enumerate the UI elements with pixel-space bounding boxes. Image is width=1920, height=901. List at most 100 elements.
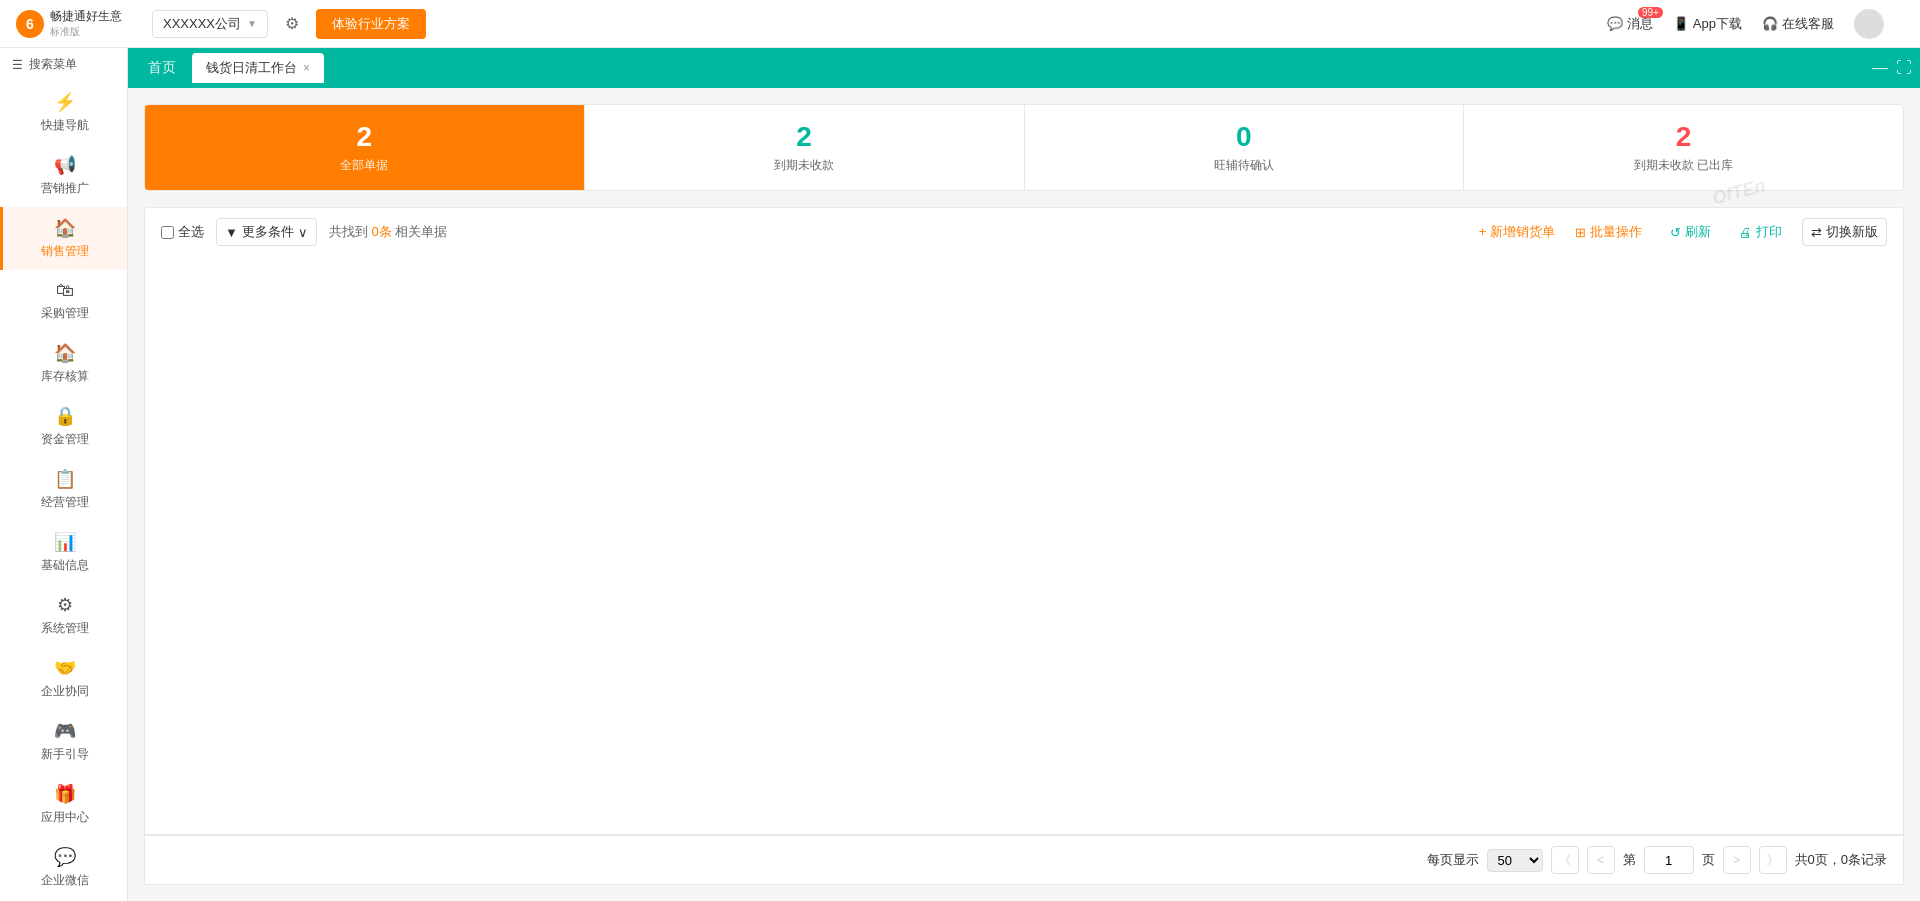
summary-cards: 2 全部单据 2 到期未收款 0 旺辅待确认 2 到期未收款 已出库 — [144, 104, 1904, 191]
tab-active[interactable]: 钱货日清工作台 × — [192, 53, 324, 83]
sidebar-item-label: 应用中心 — [41, 809, 89, 826]
quick-nav-icon: ⚡ — [54, 91, 76, 113]
enterprise-icon: 🤝 — [54, 657, 76, 679]
settings-button[interactable]: ⚙ — [276, 8, 308, 40]
sidebar-item-label: 采购管理 — [41, 305, 89, 322]
summary-card-overdue[interactable]: 2 到期未收款 — [585, 105, 1025, 190]
pagination-bar: 每页显示 50 20 100 《 < 第 页 > 》 共0页，0条记录 — [144, 835, 1904, 885]
online-service-button[interactable]: 🎧 在线客服 — [1762, 15, 1834, 33]
sidebar: ☰ 搜索菜单 ⚡ 快捷导航 📢 营销推广 🏠 销售管理 🛍 采购管理 🏠 库存核… — [0, 48, 128, 901]
batch-icon: ⊞ — [1575, 225, 1586, 240]
tab-home[interactable]: 首页 — [136, 59, 188, 77]
print-button[interactable]: 🖨 打印 — [1731, 219, 1790, 245]
sidebar-item-label: 销售管理 — [41, 243, 89, 260]
sidebar-item-basic-info[interactable]: 📊 基础信息 — [0, 521, 127, 584]
select-all-checkbox[interactable]: 全选 — [161, 223, 204, 241]
summary-card-overdue-stock[interactable]: 2 到期未收款 已出库 — [1464, 105, 1903, 190]
sidebar-item-quick-nav[interactable]: ⚡ 快捷导航 — [0, 81, 127, 144]
first-page-button[interactable]: 《 — [1551, 846, 1579, 874]
card-num: 0 — [1045, 121, 1444, 153]
wechat-icon: 💬 — [54, 846, 76, 868]
guide-icon: 🎮 — [54, 720, 76, 742]
header-right: 💬 消息 99+ 📱 App下载 🎧 在线客服 — [1607, 9, 1904, 39]
sidebar-item-label: 库存核算 — [41, 368, 89, 385]
page-content: 2 全部单据 2 到期未收款 0 旺辅待确认 2 到期未收款 已出库 — [128, 88, 1920, 901]
sidebar-item-wechat[interactable]: 💬 企业微信 — [0, 836, 127, 899]
sidebar-item-label: 营销推广 — [41, 180, 89, 197]
top-header: 6 畅捷通好生意 标准版 XXXXXX公司 ▼ ⚙ 体验行业方案 💬 消息 99… — [0, 0, 1920, 48]
content-area: 首页 钱货日清工作台 × — ⛶ 2 全部单据 2 到期未收款 — [128, 48, 1920, 901]
sidebar-item-label: 资金管理 — [41, 431, 89, 448]
sidebar-item-system[interactable]: ⚙ 系统管理 — [0, 584, 127, 647]
sidebar-item-marketing[interactable]: 📢 营销推广 — [0, 144, 127, 207]
sidebar-item-capital[interactable]: 🔒 资金管理 — [0, 395, 127, 458]
toolbar-right: + 新增销货单 ⊞ 批量操作 ↺ 刷新 🖨 打印 ⇄ — [1479, 218, 1887, 246]
sidebar-item-label: 企业微信 — [41, 872, 89, 889]
switch-icon: ⇄ — [1811, 225, 1822, 240]
sidebar-item-purchase[interactable]: 🛍 采购管理 — [0, 270, 127, 332]
tab-bar: 首页 钱货日清工作台 × — ⛶ — [128, 48, 1920, 88]
minimize-button[interactable]: — — [1872, 59, 1888, 77]
per-page-label: 每页显示 — [1427, 851, 1479, 869]
operations-icon: 📋 — [54, 468, 76, 490]
sidebar-item-label: 快捷导航 — [41, 117, 89, 134]
sidebar-item-label: 新手引导 — [41, 746, 89, 763]
refresh-icon: ↺ — [1670, 225, 1681, 240]
avatar[interactable] — [1854, 9, 1884, 39]
chevron-down-icon: ▼ — [247, 18, 257, 29]
next-page-button[interactable]: > — [1723, 846, 1751, 874]
logo-area: 6 畅捷通好生意 标准版 — [16, 9, 144, 38]
sidebar-item-sales[interactable]: 🏠 销售管理 — [0, 207, 127, 270]
inventory-icon: 🏠 — [54, 342, 76, 364]
summary-card-all[interactable]: 2 全部单据 — [145, 105, 585, 190]
sidebar-item-app-center[interactable]: 🎁 应用中心 — [0, 773, 127, 836]
sidebar-item-label: 企业协同 — [41, 683, 89, 700]
search-menu-item[interactable]: ☰ 搜索菜单 — [0, 48, 127, 81]
app-download-button[interactable]: 📱 App下载 — [1673, 15, 1742, 33]
card-label: 到期未收款 已出库 — [1484, 157, 1883, 174]
tab-bar-actions: — ⛶ — [1872, 59, 1912, 77]
count-number: 0条 — [372, 224, 392, 239]
sidebar-item-enterprise[interactable]: 🤝 企业协同 — [0, 647, 127, 710]
tab-close-icon[interactable]: × — [303, 61, 310, 75]
service-icon: 🎧 — [1762, 16, 1778, 31]
message-icon: 💬 — [1607, 16, 1623, 31]
sidebar-item-label: 基础信息 — [41, 557, 89, 574]
app-center-icon: 🎁 — [54, 783, 76, 805]
tab-label: 钱货日清工作台 — [206, 59, 297, 77]
card-label: 到期未收款 — [605, 157, 1004, 174]
filter-chevron-icon: ∨ — [298, 225, 308, 240]
message-button[interactable]: 💬 消息 99+ — [1607, 15, 1653, 33]
new-order-button[interactable]: + 新增销货单 — [1479, 223, 1555, 241]
filter-icon: ▼ — [225, 225, 238, 240]
logo-icon: 6 — [16, 10, 44, 38]
capital-icon: 🔒 — [54, 405, 76, 427]
sidebar-item-guide[interactable]: 🎮 新手引导 — [0, 710, 127, 773]
switch-version-button[interactable]: ⇄ 切换新版 — [1802, 218, 1887, 246]
prev-page-button[interactable]: < — [1587, 846, 1615, 874]
page-number-input[interactable] — [1644, 846, 1694, 874]
sidebar-item-inventory[interactable]: 🏠 库存核算 — [0, 332, 127, 395]
trial-button[interactable]: 体验行业方案 — [316, 9, 426, 39]
total-info: 共0页，0条记录 — [1795, 851, 1887, 869]
filter-button[interactable]: ▼ 更多条件 ∨ — [216, 218, 317, 246]
logo-text: 畅捷通好生意 标准版 — [50, 9, 122, 38]
maximize-button[interactable]: ⛶ — [1896, 59, 1912, 77]
batch-button[interactable]: ⊞ 批量操作 — [1567, 219, 1650, 245]
summary-card-pending[interactable]: 0 旺辅待确认 — [1025, 105, 1465, 190]
card-num: 2 — [165, 121, 564, 153]
company-selector[interactable]: XXXXXX公司 ▼ — [152, 10, 268, 38]
page-label: 第 — [1623, 851, 1636, 869]
refresh-button[interactable]: ↺ 刷新 — [1662, 219, 1719, 245]
sidebar-item-operations[interactable]: 📋 经营管理 — [0, 458, 127, 521]
table-area — [144, 256, 1904, 835]
message-badge: 99+ — [1638, 7, 1663, 18]
card-num: 2 — [605, 121, 1004, 153]
per-page-select[interactable]: 50 20 100 — [1487, 849, 1543, 872]
basic-info-icon: 📊 — [54, 531, 76, 553]
print-icon: 🖨 — [1739, 225, 1752, 240]
last-page-button[interactable]: 》 — [1759, 846, 1787, 874]
select-all-input[interactable] — [161, 226, 174, 239]
toolbar: 全选 ▼ 更多条件 ∨ 共找到 0条 相关单据 + 新增销货单 — [144, 207, 1904, 256]
toolbar-left: 全选 ▼ 更多条件 ∨ 共找到 0条 相关单据 — [161, 218, 447, 246]
